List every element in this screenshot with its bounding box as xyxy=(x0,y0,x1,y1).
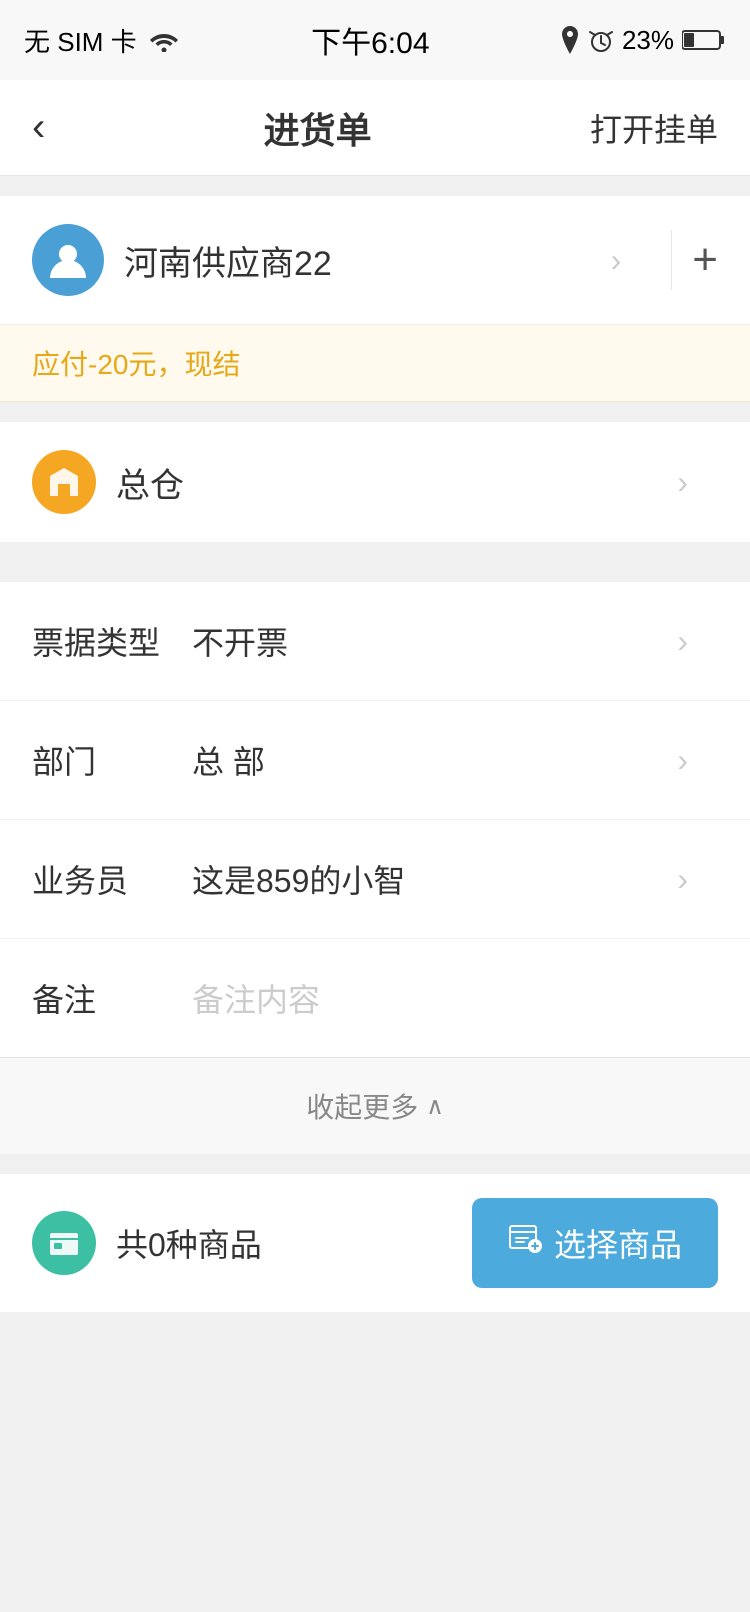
status-left: 无 SIM 卡 xyxy=(24,22,181,59)
divider-1 xyxy=(0,176,750,196)
battery-icon xyxy=(682,29,726,51)
status-right: 23% xyxy=(560,25,726,56)
supplier-row[interactable]: 河南供应商22 › + xyxy=(0,196,750,325)
carrier-label: 无 SIM 卡 xyxy=(24,22,137,59)
add-button[interactable]: + xyxy=(692,235,718,285)
vertical-divider xyxy=(671,230,672,290)
battery-label: 23% xyxy=(622,25,674,56)
page-title: 进货单 xyxy=(264,102,372,154)
salesperson-chevron-icon: › xyxy=(677,861,688,898)
wifi-icon xyxy=(147,28,181,52)
supplier-section: 河南供应商22 › + 应付-20元，现结 xyxy=(0,196,750,402)
select-product-label: 选择商品 xyxy=(554,1220,682,1266)
product-bar: 共0种商品 选择商品 xyxy=(0,1174,750,1312)
salesperson-value: 这是859的小智 xyxy=(172,856,677,902)
open-pending-button[interactable]: 打开挂单 xyxy=(590,105,718,151)
location-icon xyxy=(560,26,580,54)
bottom-space xyxy=(0,1312,750,1612)
invoice-type-label: 票据类型 xyxy=(32,618,172,664)
alarm-icon xyxy=(588,26,614,54)
salesperson-row[interactable]: 业务员 这是859的小智 › xyxy=(0,820,750,939)
supplier-chevron-icon: › xyxy=(611,242,622,279)
salesperson-label: 业务员 xyxy=(32,856,172,902)
department-row[interactable]: 部门 总 部 › xyxy=(0,701,750,820)
divider-2 xyxy=(0,402,750,422)
select-product-icon xyxy=(508,1224,542,1262)
status-time: 下午6:04 xyxy=(311,18,429,62)
remark-label: 备注 xyxy=(32,975,172,1021)
collapse-arrow-icon: ∧ xyxy=(426,1092,444,1121)
collapse-text: 收起更多 xyxy=(306,1086,418,1126)
remark-row[interactable]: 备注 备注内容 xyxy=(0,939,750,1057)
warehouse-icon-circle xyxy=(32,450,96,514)
warehouse-row[interactable]: 总仓 › xyxy=(0,422,750,542)
form-section: 票据类型 不开票 › 部门 总 部 › 业务员 这是859的小智 › 备注 备注… xyxy=(0,582,750,1057)
supplier-avatar xyxy=(32,224,104,296)
department-label: 部门 xyxy=(32,737,172,783)
collapse-row[interactable]: 收起更多 ∧ xyxy=(0,1057,750,1154)
supplier-name: 河南供应商22 xyxy=(124,236,611,285)
select-product-button[interactable]: 选择商品 xyxy=(472,1198,718,1288)
product-icon-circle xyxy=(32,1211,96,1275)
divider-3 xyxy=(0,542,750,562)
product-count-label: 共0种商品 xyxy=(116,1220,472,1266)
status-bar: 无 SIM 卡 下午6:04 23% xyxy=(0,0,750,80)
invoice-type-value: 不开票 xyxy=(172,618,677,664)
warehouse-name: 总仓 xyxy=(116,458,677,507)
department-chevron-icon: › xyxy=(677,742,688,779)
alert-banner: 应付-20元，现结 xyxy=(0,325,750,402)
invoice-type-row[interactable]: 票据类型 不开票 › xyxy=(0,582,750,701)
back-button[interactable]: ‹ xyxy=(32,105,45,150)
alert-text: 应付-20元，现结 xyxy=(32,349,240,380)
nav-bar: ‹ 进货单 打开挂单 xyxy=(0,80,750,176)
department-value: 总 部 xyxy=(172,737,677,783)
invoice-type-chevron-icon: › xyxy=(677,623,688,660)
remark-input[interactable]: 备注内容 xyxy=(172,975,718,1021)
warehouse-chevron-icon: › xyxy=(677,464,688,501)
warehouse-section: 总仓 › xyxy=(0,422,750,542)
